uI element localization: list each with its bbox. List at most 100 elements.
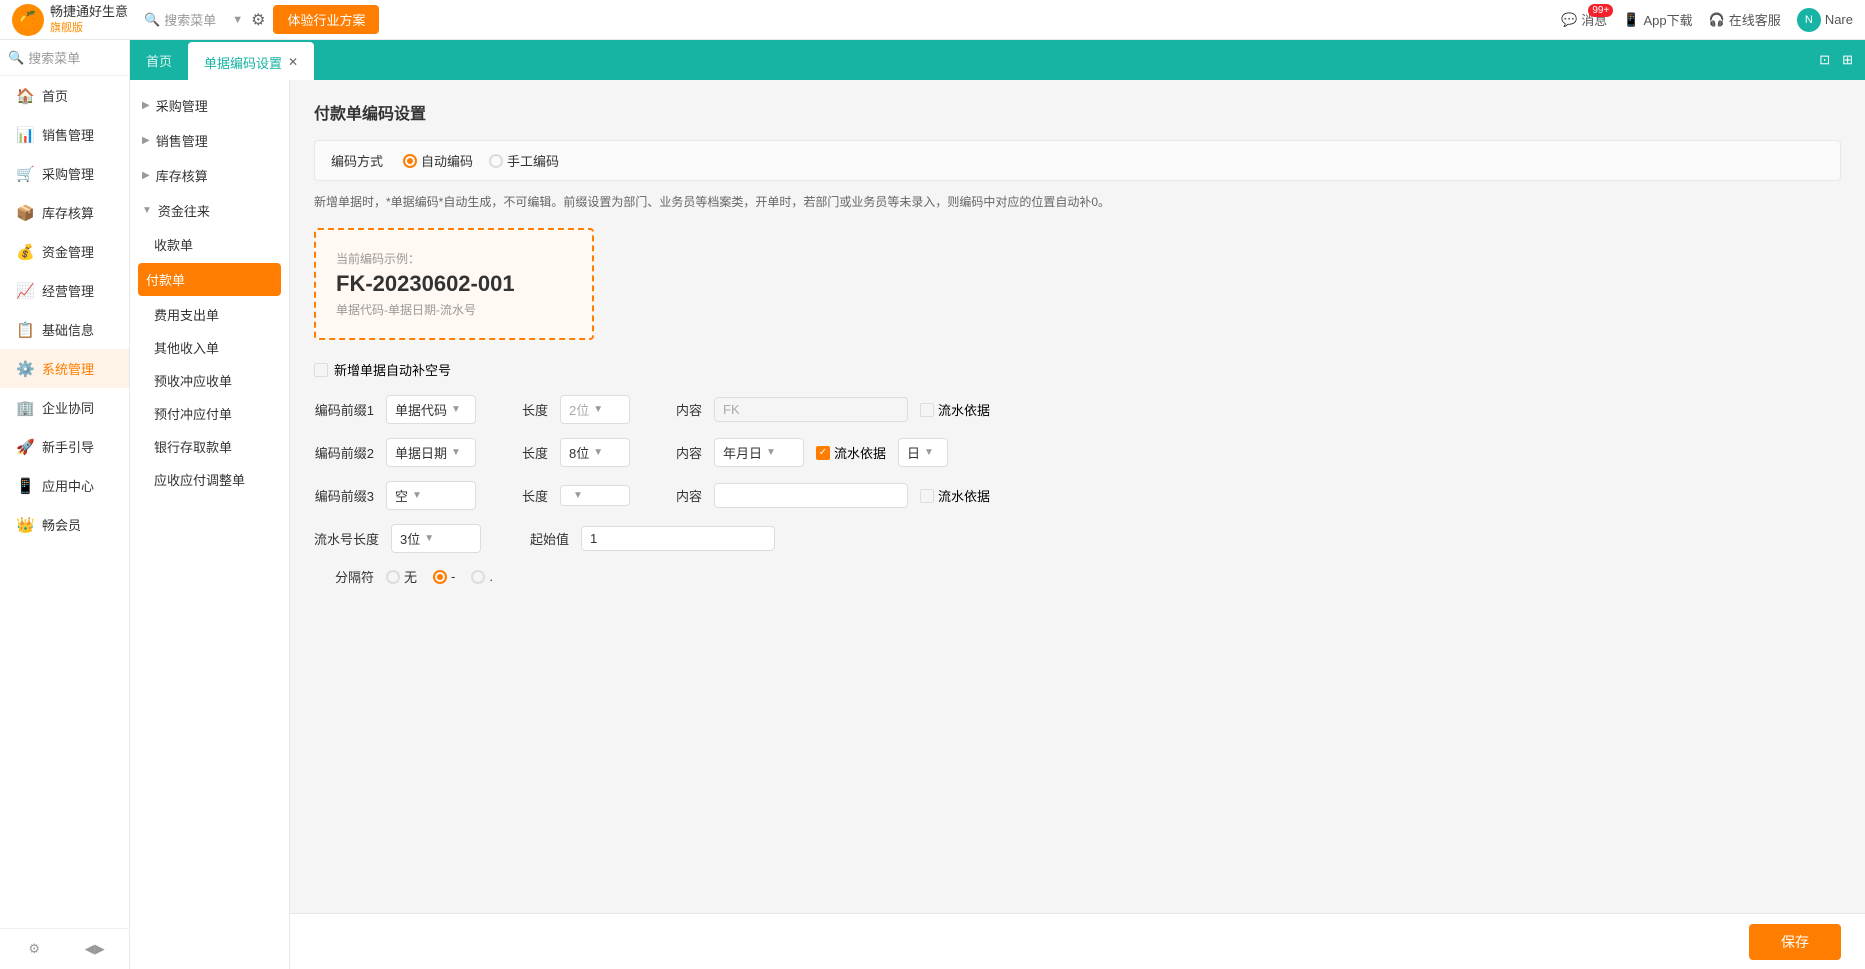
message-button[interactable]: 💬 消息 99+ (1561, 10, 1607, 29)
sidebar-item-system[interactable]: ⚙️ 系统管理 (0, 349, 129, 388)
sub-item-other-income[interactable]: 其他收入单 (130, 331, 289, 364)
prefix3-serial-checkbox[interactable] (920, 489, 934, 503)
service-icon: 🎧 (1709, 12, 1725, 28)
sub-group-inventory-label: 库存核算 (156, 166, 208, 185)
online-service-label: 在线客服 (1729, 10, 1781, 29)
prefix2-content-chevron-icon: ▼ (766, 447, 776, 458)
sep-dash-option[interactable]: - (433, 569, 455, 584)
sub-group-inventory: ▶ 库存核算 (130, 158, 289, 193)
encoding-mode-row: 编码方式 自动编码 手工编码 (314, 140, 1841, 181)
sep-dot-option[interactable]: . (471, 569, 493, 584)
tab-encoding-label: 单据编码设置 (204, 53, 282, 72)
main-content: 付款单编码设置 编码方式 自动编码 手工编码 (290, 80, 1865, 913)
sidebar-item-apps-label: 应用中心 (42, 476, 94, 495)
prefix1-length-select[interactable]: 2位 ▼ (560, 395, 630, 424)
sidebar-item-sales[interactable]: 📊 销售管理 (0, 115, 129, 154)
serial-length-select[interactable]: 3位 ▼ (391, 524, 481, 553)
sep-dash-label: - (451, 569, 455, 584)
sub-group-sales-header[interactable]: ▶ 销售管理 (130, 123, 289, 158)
prefix3-content-input[interactable] (714, 483, 908, 508)
sidebar-item-operation-label: 经营管理 (42, 281, 94, 300)
tab-bar: 首页 单据编码设置 ✕ ⊡ ⊞ (130, 40, 1865, 80)
prefix2-select[interactable]: 单据日期 ▼ (386, 438, 476, 467)
tab-close-icon[interactable]: ✕ (288, 55, 298, 69)
prefix2-serial-unit-select[interactable]: 日 ▼ (898, 438, 948, 467)
sep-dot-radio[interactable] (471, 570, 485, 584)
content-wrap: ▶ 采购管理 ▶ 销售管理 ▶ 库存核算 (130, 80, 1865, 969)
user-profile[interactable]: N Nare (1797, 8, 1853, 32)
sidebar-item-finance[interactable]: 💰 资金管理 (0, 232, 129, 271)
download-icon: 📱 (1623, 12, 1639, 28)
sidebar-item-guide[interactable]: 🚀 新手引导 (0, 427, 129, 466)
sep-none-radio[interactable] (386, 570, 400, 584)
settings-icon[interactable]: ⚙ (251, 10, 265, 30)
prefix2-length-chevron-icon: ▼ (593, 447, 603, 458)
prefix3-content-label: 内容 (642, 486, 702, 505)
sub-item-ap-adjust[interactable]: 应收应付调整单 (130, 463, 289, 496)
online-service-button[interactable]: 🎧 在线客服 (1709, 10, 1781, 29)
prefix2-serial-checkbox[interactable]: ✓ (816, 446, 830, 460)
tab-encoding[interactable]: 单据编码设置 ✕ (188, 42, 314, 82)
sub-item-bank-deposit[interactable]: 银行存取款单 (130, 430, 289, 463)
prefix2-content-select[interactable]: 年月日 ▼ (714, 438, 804, 467)
brand-name: 畅捷通好生意 (50, 4, 128, 21)
prefix1-content-input[interactable] (714, 397, 908, 422)
sidebar-item-basic-label: 基础信息 (42, 320, 94, 339)
sub-group-fund-header[interactable]: ▼ 资金往来 (130, 193, 289, 228)
search-menu-area[interactable]: 🔍 搜索菜单 (136, 10, 224, 29)
home-icon: 🏠 (16, 87, 34, 105)
sub-group-purchase-header[interactable]: ▶ 采购管理 (130, 88, 289, 123)
sep-dash-radio[interactable] (433, 570, 447, 584)
encoding-mode-label: 编码方式 (331, 151, 383, 170)
auto-encode-option[interactable]: 自动编码 (403, 151, 473, 170)
arrow-right-icon3: ▶ (142, 170, 150, 181)
main-layout: 🔍 搜索菜单 🏠 首页 📊 销售管理 🛒 采购管理 📦 库存核算 💰 (0, 40, 1865, 969)
sidebar-item-purchase[interactable]: 🛒 采购管理 (0, 154, 129, 193)
sidebar-item-basic[interactable]: 📋 基础信息 (0, 310, 129, 349)
auto-encode-radio[interactable] (403, 154, 417, 168)
sidebar-settings-button[interactable]: ⚙ (8, 937, 61, 961)
tab-maximize-icon[interactable]: ⊞ (1842, 52, 1853, 68)
prefix3-select[interactable]: 空 ▼ (386, 481, 476, 510)
manual-encode-option[interactable]: 手工编码 (489, 151, 559, 170)
sub-item-payment[interactable]: 付款单 (138, 263, 281, 296)
sidebar-item-apps[interactable]: 📱 应用中心 (0, 466, 129, 505)
prefix3-row: 编码前缀3 空 ▼ 长度 ▼ 内容 (314, 481, 1841, 510)
brand: 🍊 畅捷通好生意 旗舰版 (12, 4, 128, 36)
prefix2-content-value: 年月日 (723, 443, 762, 462)
prefix2-serial-unit-value: 日 (907, 443, 920, 462)
save-button[interactable]: 保存 (1749, 924, 1841, 960)
prefix3-label: 编码前缀3 (314, 486, 374, 505)
app-download-button[interactable]: 📱 App下载 (1623, 10, 1692, 29)
code-preview-label: 当前编码示例： (336, 250, 572, 267)
trial-industry-button[interactable]: 体验行业方案 (273, 5, 379, 34)
tab-home[interactable]: 首页 (130, 40, 188, 80)
tab-minimize-icon[interactable]: ⊡ (1819, 52, 1830, 68)
prefix1-length-chevron-icon: ▼ (593, 404, 603, 415)
separator-label: 分隔符 (314, 567, 374, 586)
sub-item-prepay-receivable[interactable]: 预收冲应收单 (130, 364, 289, 397)
sidebar-item-inventory[interactable]: 📦 库存核算 (0, 193, 129, 232)
sub-item-receipt[interactable]: 收款单 (130, 228, 289, 261)
brand-text: 畅捷通好生意 旗舰版 (50, 4, 128, 35)
manual-encode-radio[interactable] (489, 154, 503, 168)
prefix2-label: 编码前缀2 (314, 443, 374, 462)
sidebar-item-enterprise[interactable]: 🏢 企业协同 (0, 388, 129, 427)
auto-fill-checkbox[interactable] (314, 363, 328, 377)
sep-none-option[interactable]: 无 (386, 567, 417, 586)
sidebar-item-home[interactable]: 🏠 首页 (0, 76, 129, 115)
sidebar-collapse-button[interactable]: ◀▶ (69, 937, 122, 961)
sidebar-item-member[interactable]: 👑 畅会员 (0, 505, 129, 544)
sub-group-inventory-header[interactable]: ▶ 库存核算 (130, 158, 289, 193)
sub-item-prepay-payable[interactable]: 预付冲应付单 (130, 397, 289, 430)
sidebar-item-operation[interactable]: 📈 经营管理 (0, 271, 129, 310)
prefix1-select[interactable]: 单据代码 ▼ (386, 395, 476, 424)
chevron-down-icon[interactable]: ▼ (232, 14, 243, 26)
prefix1-serial-checkbox[interactable] (920, 403, 934, 417)
sidebar-bottom: ⚙ ◀▶ (0, 928, 129, 969)
prefix3-length-select[interactable]: ▼ (560, 485, 630, 506)
prefix2-length-select[interactable]: 8位 ▼ (560, 438, 630, 467)
start-value-input[interactable] (581, 526, 775, 551)
sub-item-expense[interactable]: 费用支出单 (130, 298, 289, 331)
sidebar-search[interactable]: 🔍 搜索菜单 (0, 40, 129, 76)
